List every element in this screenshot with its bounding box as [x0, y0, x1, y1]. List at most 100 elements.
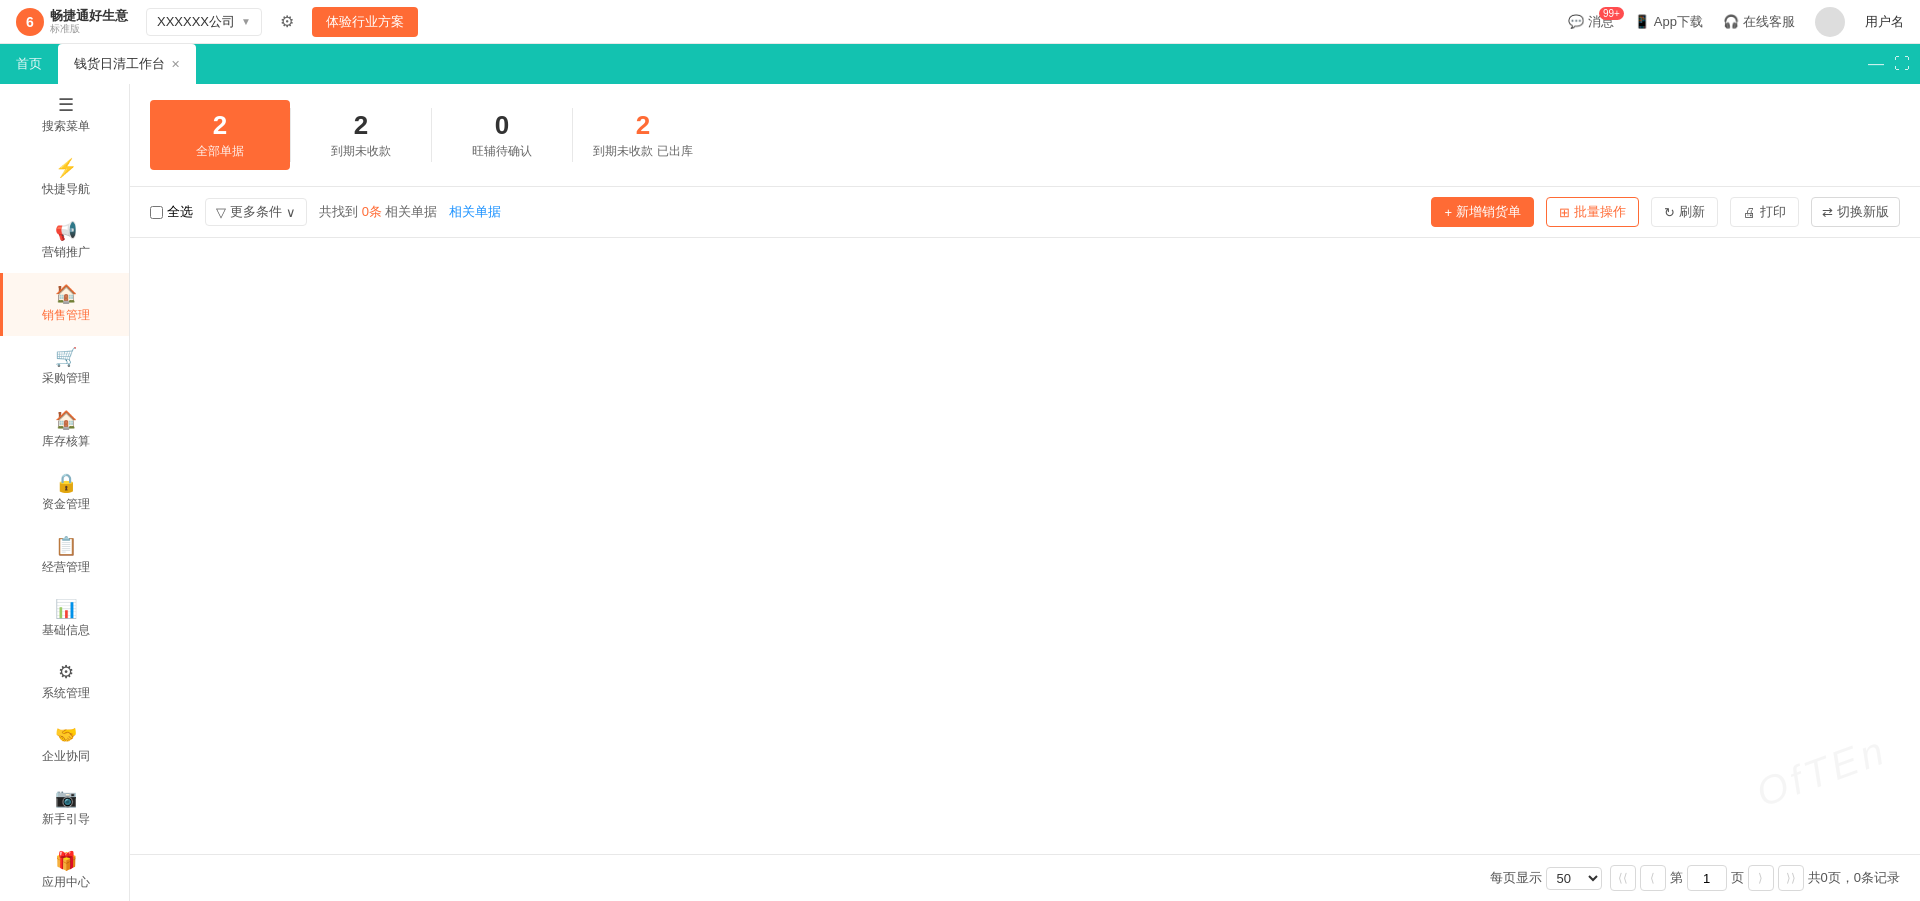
status-card-overdue-num: 2	[307, 110, 415, 141]
message-icon: 💬	[1568, 14, 1584, 29]
app-download-button[interactable]: 📱 App下载	[1634, 13, 1703, 31]
status-card-shipped-label: 到期未收款 已出库	[589, 143, 697, 160]
last-page-button[interactable]: ⟩⟩	[1778, 865, 1804, 891]
status-card-shipped-num: 2	[589, 110, 697, 141]
tab-home-label: 首页	[16, 55, 42, 73]
logo-icon: 6	[16, 8, 44, 36]
sidebar-item-purchase[interactable]: 🛒 采购管理	[0, 336, 129, 399]
page-nav: ⟨⟨ ⟨ 第 页 ⟩ ⟩⟩ 共0页，0条记录	[1610, 865, 1900, 891]
page-size-selector: 每页显示 50 100	[1490, 867, 1602, 890]
total-label: 共0页，0条记录	[1808, 869, 1900, 887]
experience-button[interactable]: 体验行业方案	[312, 7, 418, 37]
service-icon: 🎧	[1723, 14, 1739, 29]
enterprise-icon: 🤝	[55, 726, 77, 744]
basic-icon: 📊	[55, 600, 77, 618]
add-order-button[interactable]: + 新增销货单	[1431, 197, 1534, 227]
username: 用户名	[1865, 13, 1904, 31]
tab-workbench[interactable]: 钱货日清工作台 ✕	[58, 44, 196, 84]
messages-button[interactable]: 💬 消息 99+	[1568, 13, 1614, 31]
company-selector[interactable]: XXXXXX公司 ▼	[146, 8, 262, 36]
switch-version-button[interactable]: ⇄ 切换新版	[1811, 197, 1900, 227]
status-card-shipped[interactable]: 2 到期未收款 已出库	[573, 100, 713, 170]
sidebar-item-operations[interactable]: 📋 经营管理	[0, 525, 129, 588]
add-icon: +	[1444, 205, 1452, 220]
logo-sub: 标准版	[50, 23, 128, 35]
found-count: 0条	[362, 204, 382, 219]
sidebar-item-purchase-label: 采购管理	[42, 370, 90, 387]
page-size-select-input[interactable]: 50 100	[1546, 867, 1602, 890]
avatar[interactable]	[1815, 7, 1845, 37]
print-icon: 🖨	[1743, 205, 1756, 220]
appstore-icon: 🎁	[55, 852, 77, 870]
sidebar-item-inventory-label: 库存核算	[42, 433, 90, 450]
sidebar-item-marketing[interactable]: 📢 营销推广	[0, 210, 129, 273]
refresh-button[interactable]: ↻ 刷新	[1651, 197, 1718, 227]
batch-operation-button[interactable]: ⊞ 批量操作	[1546, 197, 1639, 227]
sidebar-item-finance-label: 资金管理	[42, 496, 90, 513]
toolbar-right: + 新增销货单 ⊞ 批量操作 ↻ 刷新 🖨 打印 ⇄ 切换新版	[1431, 197, 1900, 227]
sidebar-item-marketing-label: 营销推广	[42, 244, 90, 261]
tab-minimize-icon[interactable]: —	[1868, 55, 1884, 73]
print-button[interactable]: 🖨 打印	[1730, 197, 1799, 227]
sidebar-item-operations-label: 经营管理	[42, 559, 90, 576]
status-card-overdue[interactable]: 2 到期未收款	[291, 100, 431, 170]
online-service-button[interactable]: 🎧 在线客服	[1723, 13, 1795, 31]
related-orders-link[interactable]: 相关单据	[449, 203, 501, 221]
prev-page-button[interactable]: ⟨	[1640, 865, 1666, 891]
filter-button[interactable]: ▽ 更多条件 ∨	[205, 198, 307, 226]
found-suffix: 相关单据	[385, 204, 437, 219]
sidebar-item-inventory[interactable]: 🏠 库存核算	[0, 399, 129, 462]
status-cards: 2 全部单据 2 到期未收款 0 旺辅待确认 2 到期未收款 已出库	[130, 84, 1920, 187]
tab-maximize-icon[interactable]: ⛶	[1894, 55, 1910, 73]
sidebar-item-guide-label: 新手引导	[42, 811, 90, 828]
guide-icon: 📷	[55, 789, 77, 807]
next-page-button[interactable]: ⟩	[1748, 865, 1774, 891]
status-card-pending-label: 旺辅待确认	[448, 143, 556, 160]
tab-home[interactable]: 首页	[0, 44, 58, 84]
page-label-first: 第	[1670, 869, 1683, 887]
logo-area: 6 畅捷通好生意 标准版	[16, 8, 146, 36]
sidebar-item-quicknav-label: 快捷导航	[42, 181, 90, 198]
sidebar: ☰ 搜索菜单 ⚡ 快捷导航 📢 营销推广 🏠 销售管理 🛒 采购管理 🏠 库存核…	[0, 84, 130, 901]
page-size-label: 每页显示	[1490, 869, 1542, 887]
filter-icon: ▽	[216, 205, 226, 220]
sales-icon: 🏠	[55, 285, 77, 303]
sidebar-item-quicknav[interactable]: ⚡ 快捷导航	[0, 147, 129, 210]
batch-icon: ⊞	[1559, 205, 1570, 220]
toolbar-left: 全选 ▽ 更多条件 ∨ 共找到 0条 相关单据 相关单据	[150, 198, 1419, 226]
status-card-pending[interactable]: 0 旺辅待确认	[432, 100, 572, 170]
found-text: 共找到 0条 相关单据	[319, 203, 437, 221]
top-header: 6 畅捷通好生意 标准版 XXXXXX公司 ▼ ⚙ 体验行业方案 💬 消息 99…	[0, 0, 1920, 44]
sidebar-item-appstore[interactable]: 🎁 应用中心	[0, 840, 129, 901]
status-card-all-label: 全部单据	[166, 143, 274, 160]
pagination-bar: 每页显示 50 100 ⟨⟨ ⟨ 第 页 ⟩ ⟩⟩ 共0页，0条记录	[130, 854, 1920, 901]
sidebar-item-search[interactable]: ☰ 搜索菜单	[0, 84, 129, 147]
logo-main: 畅捷通好生意	[50, 8, 128, 24]
status-card-all[interactable]: 2 全部单据	[150, 100, 290, 170]
sidebar-item-basic-label: 基础信息	[42, 622, 90, 639]
tab-bar: 首页 钱货日清工作台 ✕ — ⛶	[0, 44, 1920, 84]
select-all-label: 全选	[167, 203, 193, 221]
first-page-button[interactable]: ⟨⟨	[1610, 865, 1636, 891]
header-right: 💬 消息 99+ 📱 App下载 🎧 在线客服 用户名	[1568, 7, 1904, 37]
quicknav-icon: ⚡	[55, 159, 77, 177]
select-all-checkbox[interactable]: 全选	[150, 203, 193, 221]
sidebar-item-guide[interactable]: 📷 新手引导	[0, 777, 129, 840]
sidebar-item-system[interactable]: ⚙ 系统管理	[0, 651, 129, 714]
select-all-input[interactable]	[150, 206, 163, 219]
sidebar-item-finance[interactable]: 🔒 资金管理	[0, 462, 129, 525]
sidebar-item-sales[interactable]: 🏠 销售管理	[0, 273, 129, 336]
sidebar-item-system-label: 系统管理	[42, 685, 90, 702]
sidebar-item-appstore-label: 应用中心	[42, 874, 90, 891]
tab-close-icon[interactable]: ✕	[171, 58, 180, 71]
logo-text: 畅捷通好生意 标准版	[50, 8, 128, 36]
sidebar-item-enterprise[interactable]: 🤝 企业协同	[0, 714, 129, 777]
settings-button[interactable]: ⚙	[272, 7, 302, 37]
search-menu-icon: ☰	[58, 96, 74, 114]
status-card-overdue-label: 到期未收款	[307, 143, 415, 160]
page-number-input[interactable]	[1687, 865, 1727, 891]
print-label: 打印	[1760, 203, 1786, 221]
sidebar-item-basic[interactable]: 📊 基础信息	[0, 588, 129, 651]
filter-label: 更多条件	[230, 203, 282, 221]
operations-icon: 📋	[55, 537, 77, 555]
